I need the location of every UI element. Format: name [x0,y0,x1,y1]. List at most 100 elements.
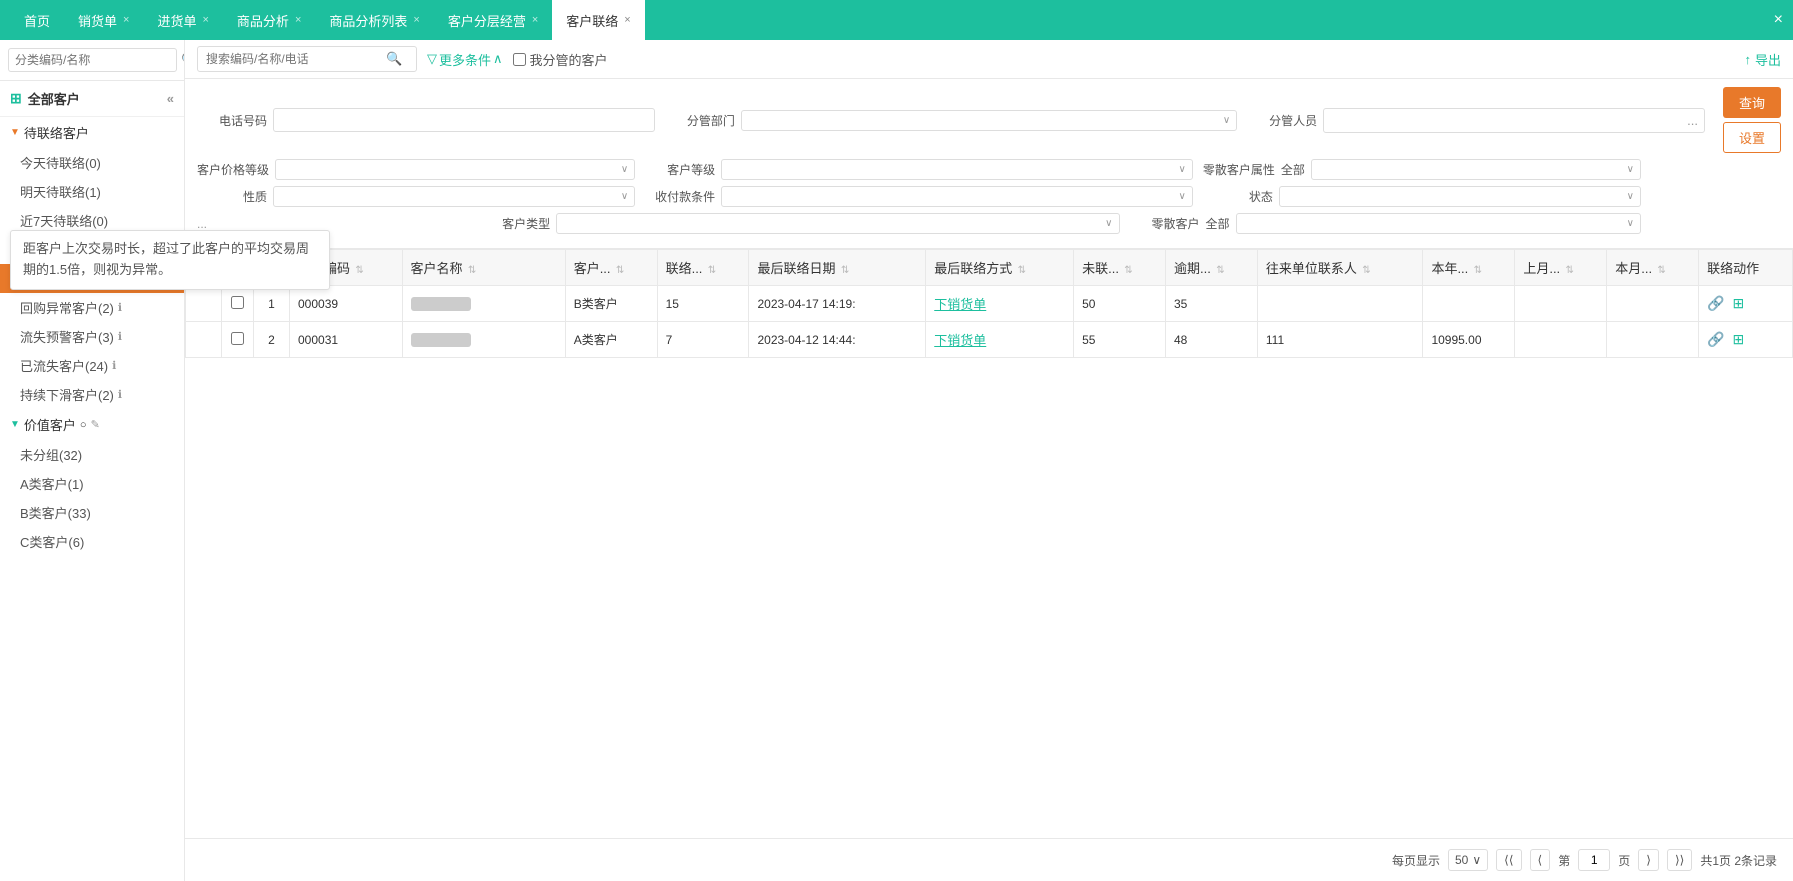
sidebar-item-tomorrow[interactable]: 明天待联络(1) [0,177,184,206]
row1-link-icon[interactable]: 🔗 [1707,295,1724,312]
next-page-btn[interactable]: ⟩ [1638,849,1659,871]
col-this-year[interactable]: 本年... ⇅ [1423,250,1515,286]
first-page-btn[interactable]: ⟨⟨ [1496,849,1521,871]
col-contact-count[interactable]: 联络... ⇅ [657,250,749,286]
row1-last-date: 2023-04-17 14:19: [749,286,926,322]
retail-attr-select[interactable]: ∨ [1311,159,1641,180]
nav-purchase-close[interactable]: × [202,14,208,26]
settings-btn[interactable]: 设置 [1723,122,1781,153]
contact-sort-icon: ⇅ [708,265,716,276]
col-contact-person[interactable]: 往来单位联系人 ⇅ [1257,250,1423,286]
customer-type-select[interactable]: ∨ [556,213,1119,234]
nav-customer-tier[interactable]: 客户分层经营 × [434,0,552,40]
col-this-month[interactable]: 本月... ⇅ [1607,250,1699,286]
sidebar-item-churn-warn[interactable]: 流失预警客户(3) ℹ [0,322,184,351]
row2-code[interactable]: 000031 [290,322,403,358]
col-unlinkd[interactable]: 未联... ⇅ [1074,250,1166,286]
payment-field: 收付款条件 ∨ [645,186,1193,207]
active-sub-items: 回购异常客户(2) ℹ 流失预警客户(3) ℹ 已流失客户(24) ℹ 持续下滑… [0,293,184,409]
sidebar-item-a-class[interactable]: A类客户(1) [0,469,184,498]
sidebar-grid-icon: ⊞ [10,90,22,107]
price-grade-select[interactable]: ∨ [275,159,635,180]
more-filter-btn[interactable]: ... [197,217,207,231]
export-btn[interactable]: ↑ 导出 [1744,50,1781,69]
declining-info-icon: ℹ [118,388,122,401]
row1-grid-icon[interactable]: ⊞ [1733,295,1745,312]
nav-purchase[interactable]: 进货单 × [143,0,222,40]
sidebar-item-b-class[interactable]: B类客户(33) [0,498,184,527]
row2-this-month [1607,322,1699,358]
last-page-btn[interactable]: ⟩⟩ [1667,849,1692,871]
sidebar-item-abnormal[interactable]: 回购异常客户(2) ℹ [0,293,184,322]
search-box[interactable]: 🔍 [197,46,417,72]
manager-dots[interactable]: ... [1687,113,1698,128]
this-year-sort-icon: ⇅ [1474,265,1482,276]
filter-icon: ▽ [427,51,437,67]
export-icon: ↑ [1744,52,1751,67]
sidebar-item-today[interactable]: 今天待联络(0) [0,148,184,177]
filter-actions: 查询 设置 [1723,87,1781,153]
prev-page-btn[interactable]: ⟨ [1530,849,1551,871]
row2-settings [186,322,222,358]
sidebar-item-churned[interactable]: 已流失客户(24) ℹ [0,351,184,380]
page-input[interactable] [1578,849,1610,871]
nav-analysis-list-close[interactable]: × [413,14,419,26]
row1-checkbox-cell[interactable] [222,286,254,322]
sidebar-collapse-icon[interactable]: « [167,91,174,106]
row2-checkbox[interactable] [231,332,244,345]
nav-sales[interactable]: 销货单 × [64,0,143,40]
row2-name[interactable] [402,322,565,358]
page-size-select[interactable]: 50 ∨ [1448,849,1488,871]
query-btn[interactable]: 查询 [1723,87,1781,118]
dept-select[interactable]: ∨ [741,110,1237,131]
col-type[interactable]: 客户... ⇅ [565,250,657,286]
row1-type: B类客户 [565,286,657,322]
sidebar-item-declining[interactable]: 持续下滑客户(2) ℹ [0,380,184,409]
row2-grid-icon[interactable]: ⊞ [1733,331,1745,348]
phone-input[interactable] [273,108,655,132]
row2-link-icon[interactable]: 🔗 [1707,331,1724,348]
col-last-date[interactable]: 最后联络日期 ⇅ [749,250,926,286]
sidebar-search-input[interactable] [8,48,177,72]
col-last-method[interactable]: 最后联络方式 ⇅ [926,250,1074,286]
manager-select[interactable]: ... [1323,108,1705,133]
nav-customer-tier-close[interactable]: × [532,14,538,26]
payment-select[interactable]: ∨ [721,186,1193,207]
nav-analysis-list[interactable]: 商品分析列表 × [315,0,433,40]
value-edit-icon[interactable]: ✎ [91,418,100,431]
row1-name[interactable] [402,286,565,322]
col-name[interactable]: 客户名称 ⇅ [402,250,565,286]
customer-grade-select[interactable]: ∨ [721,159,1193,180]
nav-sales-close[interactable]: × [123,14,129,26]
sidebar-item-c-class[interactable]: C类客户(6) [0,527,184,556]
nav-customer-contact-close[interactable]: × [624,14,630,26]
filter-search-icon[interactable]: 🔍 [386,51,402,67]
row1-last-method[interactable]: 下销货单 [926,286,1074,322]
nav-analysis[interactable]: 商品分析 × [223,0,315,40]
code-sort-icon: ⇅ [355,265,363,276]
row1-checkbox[interactable] [231,296,244,309]
retail-customer-select[interactable]: ∨ [1236,213,1641,234]
nav-analysis-close[interactable]: × [295,14,301,26]
gender-select[interactable]: ∨ [273,186,635,207]
table-header-row: ⚙ # 客户编码 ⇅ 客户名称 ⇅ [186,250,1793,286]
row1-code[interactable]: 000039 [290,286,403,322]
col-overdue[interactable]: 逾期... ⇅ [1166,250,1258,286]
sidebar-value-section[interactable]: ▼ 价值客户 ○ ✎ [0,409,184,440]
status-select[interactable]: ∨ [1279,186,1641,207]
nav-customer-contact[interactable]: 客户联络 × [552,0,644,40]
window-close-btn[interactable]: × [1774,11,1783,29]
row2-last-method[interactable]: 下销货单 [926,322,1074,358]
search-input[interactable] [206,52,386,66]
more-conditions-btn[interactable]: ▽ 更多条件 ∧ [427,50,503,69]
row2-overdue: 48 [1166,322,1258,358]
sidebar-item-ungrouped[interactable]: 未分组(32) [0,440,184,469]
my-customer-checkbox-label[interactable]: 我分管的客户 [513,50,608,69]
row2-checkbox-cell[interactable] [222,322,254,358]
sidebar-pending-section[interactable]: ▼ 待联络客户 [0,117,184,148]
col-last-month[interactable]: 上月... ⇅ [1515,250,1607,286]
customer-table: ⚙ # 客户编码 ⇅ 客户名称 ⇅ [185,249,1793,358]
nav-home[interactable]: 首页 [10,0,64,40]
my-customer-checkbox[interactable] [513,53,526,66]
table-wrapper[interactable]: ⚙ # 客户编码 ⇅ 客户名称 ⇅ [185,249,1793,838]
